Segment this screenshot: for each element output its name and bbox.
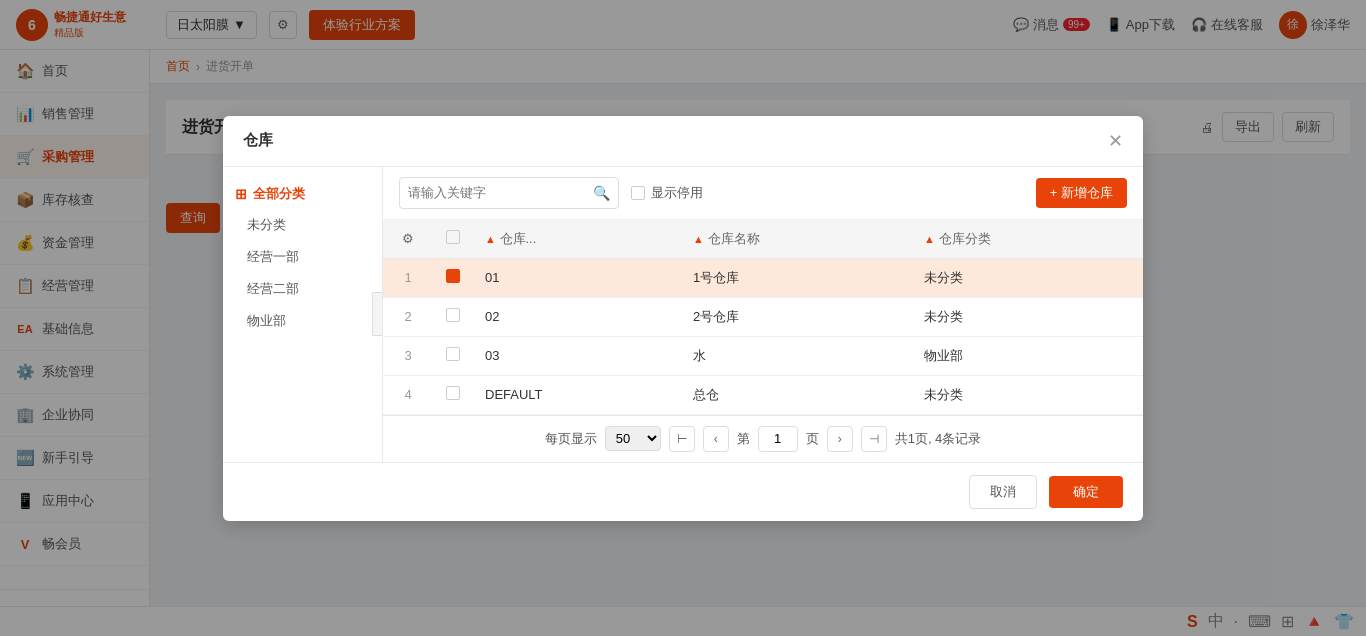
row-code: DEFAULT	[473, 375, 681, 414]
row-category: 未分类	[912, 375, 1143, 414]
category-item-uncategorized[interactable]: 未分类	[223, 209, 382, 241]
sort-icon: ▲	[485, 233, 496, 245]
all-categories-label: 全部分类	[253, 185, 305, 203]
row-index: 4	[383, 375, 433, 414]
sort-icon2: ▲	[693, 233, 704, 245]
row-category: 物业部	[912, 336, 1143, 375]
col-code[interactable]: ▲ 仓库...	[473, 220, 681, 259]
cancel-button[interactable]: 取消	[969, 475, 1037, 509]
col-name[interactable]: ▲ 仓库名称	[681, 220, 912, 259]
modal-title: 仓库	[243, 131, 273, 150]
show-disabled-checkbox[interactable]	[631, 186, 645, 200]
col-checkbox[interactable]	[433, 220, 473, 259]
category-item-property[interactable]: 物业部	[223, 305, 382, 337]
col-category[interactable]: ▲ 仓库分类	[912, 220, 1143, 259]
table-row[interactable]: 2 02 2号仓库 未分类	[383, 297, 1143, 336]
page-label: 第	[737, 430, 750, 448]
modal-body: ⊞ 全部分类 未分类 经营一部 经营二部 物业部 《 🔍	[223, 167, 1143, 462]
modal-close-button[interactable]: ✕	[1108, 130, 1123, 152]
row-category: 未分类	[912, 297, 1143, 336]
category-item-dept2[interactable]: 经营二部	[223, 273, 382, 305]
row-checkbox[interactable]	[433, 297, 473, 336]
confirm-button[interactable]: 确定	[1049, 476, 1123, 508]
row-name: 2号仓库	[681, 297, 912, 336]
row-checkbox[interactable]	[433, 336, 473, 375]
row-name: 1号仓库	[681, 258, 912, 297]
table-row[interactable]: 4 DEFAULT 总仓 未分类	[383, 375, 1143, 414]
warehouse-modal: 仓库 ✕ ⊞ 全部分类 未分类 经营一部 经营二部 物业部 《	[223, 116, 1143, 521]
page-input[interactable]	[758, 426, 798, 452]
modal-category-sidebar: ⊞ 全部分类 未分类 经营一部 经营二部 物业部 《	[223, 167, 383, 462]
total-info: 共1页, 4条记录	[895, 430, 982, 448]
page-unit: 页	[806, 430, 819, 448]
row-name: 水	[681, 336, 912, 375]
category-item-dept1[interactable]: 经营一部	[223, 241, 382, 273]
modal-header: 仓库 ✕	[223, 116, 1143, 167]
page-first-btn[interactable]: ⊢	[669, 426, 695, 452]
row-code: 03	[473, 336, 681, 375]
page-prev-btn[interactable]: ‹	[703, 426, 729, 452]
table-row[interactable]: 1 01 1号仓库 未分类	[383, 258, 1143, 297]
row-index: 3	[383, 336, 433, 375]
row-code: 01	[473, 258, 681, 297]
per-page-select[interactable]: 50 20 100	[605, 426, 661, 451]
modal-overlay: 仓库 ✕ ⊞ 全部分类 未分类 经营一部 经营二部 物业部 《	[0, 0, 1366, 636]
row-code: 02	[473, 297, 681, 336]
row-checkbox[interactable]	[433, 258, 473, 297]
col-settings[interactable]: ⚙	[383, 220, 433, 259]
all-categories-item[interactable]: ⊞ 全部分类	[223, 179, 382, 209]
show-disabled-label: 显示停用	[651, 184, 703, 202]
search-input[interactable]	[408, 185, 593, 200]
modal-footer: 取消 确定	[223, 462, 1143, 521]
row-category: 未分类	[912, 258, 1143, 297]
table-header-row: ⚙ ▲ 仓库... ▲ 仓库名称	[383, 220, 1143, 259]
row-index: 2	[383, 297, 433, 336]
grid-icon: ⊞	[235, 186, 247, 202]
show-disabled-toggle[interactable]: 显示停用	[631, 184, 703, 202]
search-icon: 🔍	[593, 185, 610, 201]
add-warehouse-button[interactable]: + 新增仓库	[1036, 178, 1127, 208]
sidebar-collapse-button[interactable]: 《	[372, 292, 383, 336]
toolbar-right: + 新增仓库	[1036, 178, 1127, 208]
row-index: 1	[383, 258, 433, 297]
page-next-btn[interactable]: ›	[827, 426, 853, 452]
table-row[interactable]: 3 03 水 物业部	[383, 336, 1143, 375]
sort-icon3: ▲	[924, 233, 935, 245]
modal-pagination: 每页显示 50 20 100 ⊢ ‹ 第 页 › ⊣ 共1页, 4条记录	[383, 415, 1143, 462]
row-checkbox[interactable]	[433, 375, 473, 414]
modal-toolbar: 🔍 显示停用 + 新增仓库	[383, 167, 1143, 220]
search-box: 🔍	[399, 177, 619, 209]
page-last-btn[interactable]: ⊣	[861, 426, 887, 452]
per-page-label: 每页显示	[545, 430, 597, 448]
warehouse-table: ⚙ ▲ 仓库... ▲ 仓库名称	[383, 220, 1143, 415]
warehouse-table-wrap: ⚙ ▲ 仓库... ▲ 仓库名称	[383, 220, 1143, 415]
modal-main: 🔍 显示停用 + 新增仓库 ⚙	[383, 167, 1143, 462]
row-name: 总仓	[681, 375, 912, 414]
